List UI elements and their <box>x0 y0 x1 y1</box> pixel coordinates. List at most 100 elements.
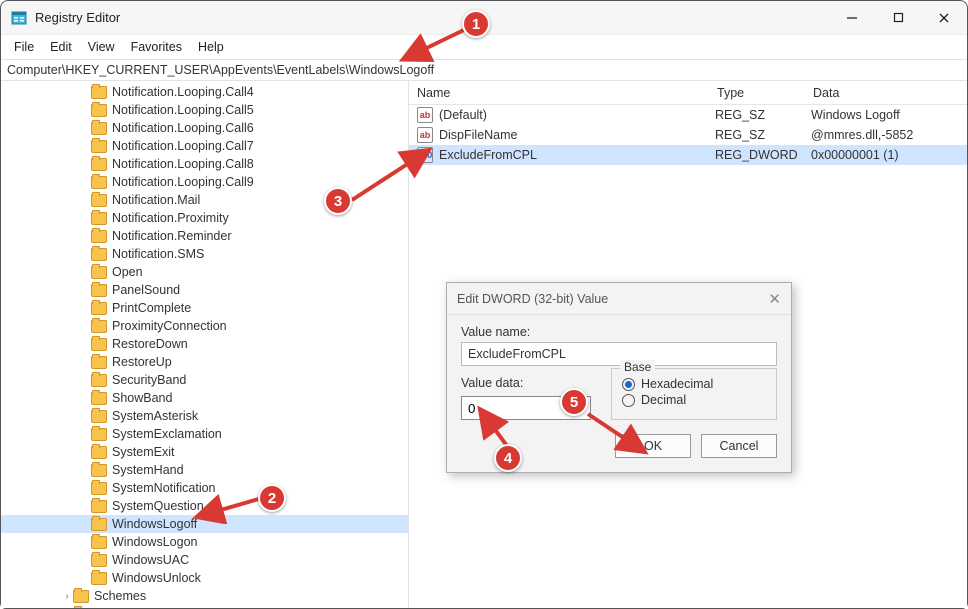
folder-icon <box>91 464 107 477</box>
close-button[interactable] <box>921 1 967 35</box>
tree-item[interactable]: ShowBand <box>1 389 408 407</box>
base-group: Base Hexadecimal Decimal <box>611 368 777 420</box>
folder-icon <box>91 554 107 567</box>
radio-decimal[interactable]: Decimal <box>622 393 766 407</box>
value-row[interactable]: ab(Default)REG_SZWindows Logoff <box>409 105 967 125</box>
folder-icon <box>91 212 107 225</box>
folder-icon <box>91 104 107 117</box>
annotation-badge-3: 3 <box>324 187 352 215</box>
tree-item[interactable]: SystemHand <box>1 461 408 479</box>
tree-item[interactable]: Notification.Reminder <box>1 227 408 245</box>
maximize-button[interactable] <box>875 1 921 35</box>
radio-hexadecimal[interactable]: Hexadecimal <box>622 377 766 391</box>
menu-bar: File Edit View Favorites Help <box>1 35 967 59</box>
ok-button[interactable]: OK <box>615 434 691 458</box>
value-name-field: ExcludeFromCPL <box>461 342 777 366</box>
tree-item[interactable]: PrintComplete <box>1 299 408 317</box>
tree-item[interactable]: SystemExit <box>1 443 408 461</box>
address-text: Computer\HKEY_CURRENT_USER\AppEvents\Eve… <box>7 63 434 77</box>
address-bar[interactable]: Computer\HKEY_CURRENT_USER\AppEvents\Eve… <box>1 59 967 81</box>
tree-item[interactable]: SystemQuestion <box>1 497 408 515</box>
tree-item[interactable]: SystemExclamation <box>1 425 408 443</box>
value-type-icon: 110 <box>417 147 433 163</box>
tree-item[interactable]: Notification.Looping.Call6 <box>1 119 408 137</box>
value-type-icon: ab <box>417 107 433 123</box>
col-type[interactable]: Type <box>709 86 805 100</box>
tree-item[interactable]: SystemAsterisk <box>1 407 408 425</box>
folder-icon <box>91 176 107 189</box>
menu-file[interactable]: File <box>7 38 41 56</box>
window-controls <box>829 1 967 35</box>
tree-item[interactable]: ProximityConnection <box>1 317 408 335</box>
annotation-badge-1: 1 <box>462 10 490 38</box>
annotation-badge-5: 5 <box>560 388 588 416</box>
col-name[interactable]: Name <box>409 86 709 100</box>
folder-icon <box>73 590 89 603</box>
tree-item[interactable]: ›Console <box>1 605 408 608</box>
base-legend: Base <box>620 360 655 374</box>
minimize-button[interactable] <box>829 1 875 35</box>
tree-item[interactable]: Notification.Looping.Call9 <box>1 173 408 191</box>
folder-icon <box>91 446 107 459</box>
folder-icon <box>91 194 107 207</box>
regedit-icon <box>11 10 27 26</box>
dialog-titlebar: Edit DWORD (32-bit) Value ✕ <box>447 283 791 315</box>
menu-edit[interactable]: Edit <box>43 38 79 56</box>
folder-icon <box>91 122 107 135</box>
folder-icon <box>91 500 107 513</box>
cancel-button[interactable]: Cancel <box>701 434 777 458</box>
tree-item[interactable]: WindowsLogoff <box>1 515 408 533</box>
edit-dword-dialog: Edit DWORD (32-bit) Value ✕ Value name: … <box>446 282 792 473</box>
folder-icon <box>91 410 107 423</box>
tree-item[interactable]: WindowsLogon <box>1 533 408 551</box>
tree-item[interactable]: SecurityBand <box>1 371 408 389</box>
folder-icon <box>91 392 107 405</box>
folder-icon <box>91 266 107 279</box>
value-type-icon: ab <box>417 127 433 143</box>
tree-item[interactable]: Notification.Looping.Call5 <box>1 101 408 119</box>
tree-item[interactable]: Notification.Looping.Call7 <box>1 137 408 155</box>
tree-item[interactable]: WindowsUnlock <box>1 569 408 587</box>
folder-icon <box>91 158 107 171</box>
dialog-title: Edit DWORD (32-bit) Value <box>457 292 608 306</box>
folder-icon <box>91 518 107 531</box>
folder-icon <box>73 608 89 609</box>
tree-item[interactable]: SystemNotification <box>1 479 408 497</box>
window-title: Registry Editor <box>35 10 120 25</box>
tree-item[interactable]: RestoreUp <box>1 353 408 371</box>
folder-icon <box>91 428 107 441</box>
tree-item[interactable]: ›Schemes <box>1 587 408 605</box>
tree-item[interactable]: Notification.SMS <box>1 245 408 263</box>
folder-icon <box>91 86 107 99</box>
col-data[interactable]: Data <box>805 86 967 100</box>
tree-item[interactable]: Notification.Looping.Call4 <box>1 83 408 101</box>
tree-pane[interactable]: Notification.Looping.Call4Notification.L… <box>1 81 409 608</box>
folder-icon <box>91 482 107 495</box>
dialog-close-icon[interactable]: ✕ <box>768 290 781 308</box>
folder-icon <box>91 356 107 369</box>
tree-item[interactable]: RestoreDown <box>1 335 408 353</box>
folder-icon <box>91 572 107 585</box>
folder-icon <box>91 140 107 153</box>
menu-help[interactable]: Help <box>191 38 231 56</box>
folder-icon <box>91 374 107 387</box>
tree-item[interactable]: PanelSound <box>1 281 408 299</box>
list-header: Name Type Data <box>409 81 967 105</box>
tree-item[interactable]: Notification.Looping.Call8 <box>1 155 408 173</box>
folder-icon <box>91 230 107 243</box>
folder-icon <box>91 320 107 333</box>
menu-view[interactable]: View <box>81 38 122 56</box>
value-row[interactable]: abDispFileNameREG_SZ@mmres.dll,-5852 <box>409 125 967 145</box>
value-row[interactable]: 110ExcludeFromCPLREG_DWORD0x00000001 (1) <box>409 145 967 165</box>
value-name-label: Value name: <box>461 325 777 339</box>
folder-icon <box>91 302 107 315</box>
folder-icon <box>91 338 107 351</box>
annotation-badge-4: 4 <box>494 444 522 472</box>
folder-icon <box>91 536 107 549</box>
tree-item[interactable]: Open <box>1 263 408 281</box>
annotation-badge-2: 2 <box>258 484 286 512</box>
menu-favorites[interactable]: Favorites <box>124 38 189 56</box>
tree-item[interactable]: WindowsUAC <box>1 551 408 569</box>
folder-icon <box>91 284 107 297</box>
folder-icon <box>91 248 107 261</box>
